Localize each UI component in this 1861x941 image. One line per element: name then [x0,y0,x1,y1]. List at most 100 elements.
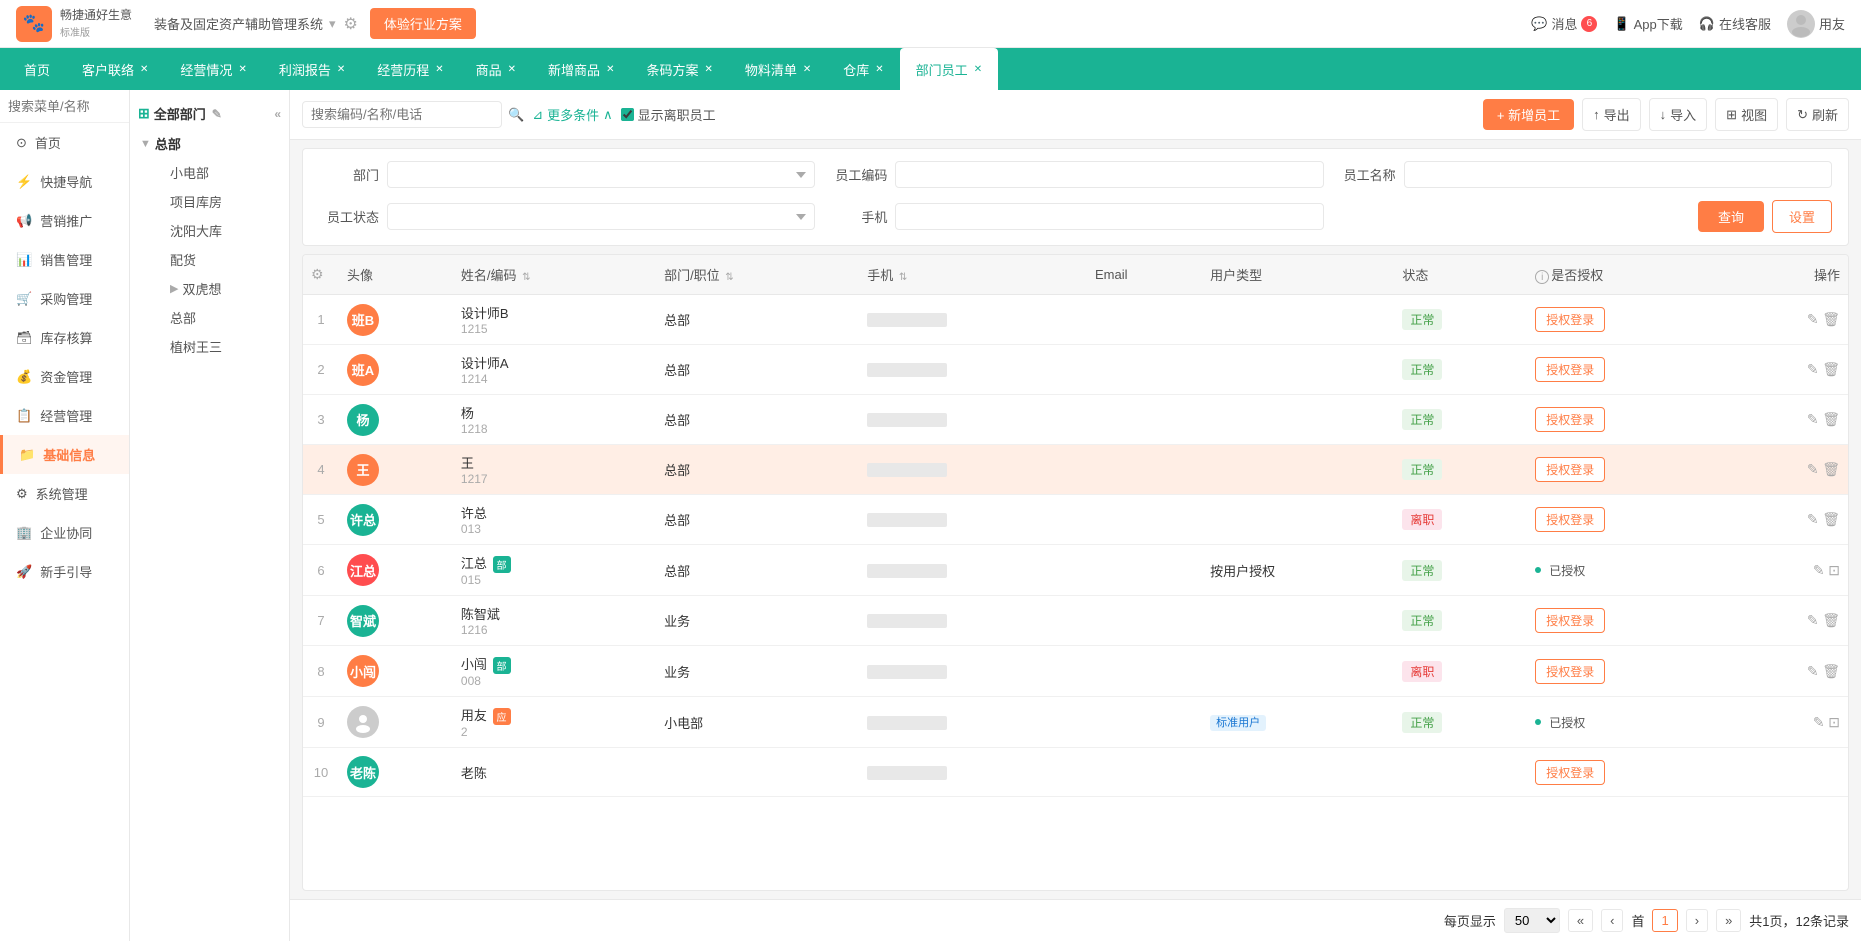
close-ops-tab[interactable]: ✕ [238,64,246,75]
system-expand-icon[interactable]: ▾ [329,16,336,32]
dept-item-zongbu[interactable]: 总部 [150,303,289,332]
delete-btn[interactable]: 🗑 [1822,511,1840,528]
show-resigned-checkbox[interactable] [621,108,634,121]
sidebar-item-basic[interactable]: 📁基础信息 [0,435,129,474]
search-submit-btn[interactable]: 查询 [1698,201,1764,232]
copy-btn[interactable]: ⊡ [1828,714,1840,731]
phone-input[interactable] [895,203,1323,230]
page-size-select[interactable]: 50 20 100 [1504,908,1560,933]
delete-btn[interactable]: 🗑 [1822,311,1840,328]
dept-item-shenyangdaku[interactable]: 沈阳大库 [150,216,289,245]
sidebar-item-quick[interactable]: ⚡快捷导航 [0,162,129,201]
dept-item-peihuo[interactable]: 配货 [150,245,289,274]
tab-customer[interactable]: 客户联络 ✕ [66,48,164,90]
edit-btn[interactable]: ✎ [1813,714,1825,731]
emp-status-select[interactable] [387,203,815,230]
import-btn[interactable]: ↓导入 [1649,98,1708,131]
name-sort-icon[interactable]: ⇅ [522,272,530,283]
edit-btn[interactable]: ✎ [1807,612,1819,629]
delete-btn[interactable]: 🗑 [1822,361,1840,378]
tab-warehouse[interactable]: 仓库 ✕ [827,48,899,90]
search-input[interactable] [302,101,502,128]
close-profit-tab[interactable]: ✕ [337,64,345,75]
tab-profit[interactable]: 利润报告 ✕ [263,48,361,90]
table-settings-icon[interactable]: ⚙ [311,266,324,282]
edit-btn[interactable]: ✎ [1807,663,1819,680]
user-info[interactable]: 用友 [1787,10,1845,38]
auth-login-btn[interactable]: 授权登录 [1535,307,1605,332]
sidebar-item-guide[interactable]: 🚀新手引导 [0,552,129,591]
last-page-btn[interactable]: » [1716,909,1741,932]
trial-btn[interactable]: 体验行业方案 [370,8,476,39]
settings-icon[interactable]: ⚙ [344,14,358,34]
dept-edit-icon[interactable]: ✎ [212,107,222,121]
dept-item-zhishu[interactable]: 植树王三 [150,332,289,361]
auth-login-btn[interactable]: 授权登录 [1535,608,1605,633]
edit-btn[interactable]: ✎ [1813,562,1825,579]
auth-info-icon[interactable]: i [1535,270,1549,284]
tab-ops[interactable]: 经营情况 ✕ [164,48,262,90]
delete-btn[interactable]: 🗑 [1822,411,1840,428]
refresh-btn[interactable]: ↻刷新 [1786,98,1849,131]
tab-home[interactable]: 首页 [8,48,66,90]
edit-btn[interactable]: ✎ [1807,511,1819,528]
dept-item-shuanghu[interactable]: ▶ 双虎想 [150,274,289,303]
sidebar-item-home[interactable]: ⊙首页 [0,123,129,162]
view-btn[interactable]: ⊞视图 [1715,98,1778,131]
edit-btn[interactable]: ✎ [1807,361,1819,378]
close-history-tab[interactable]: ✕ [435,64,443,75]
copy-btn[interactable]: ⊡ [1828,562,1840,579]
dept-item-xiaodibu[interactable]: 小电部 [150,158,289,187]
tab-history[interactable]: 经营历程 ✕ [361,48,459,90]
tab-barcode[interactable]: 条码方案 ✕ [630,48,728,90]
auth-login-btn[interactable]: 授权登录 [1535,357,1605,382]
sidebar-item-ops[interactable]: 📋经营管理 [0,396,129,435]
sidebar-item-purchase[interactable]: 🛒采购管理 [0,279,129,318]
phone-sort-icon[interactable]: ⇅ [899,272,907,283]
close-goods-tab[interactable]: ✕ [508,64,516,75]
auth-login-btn[interactable]: 授权登录 [1535,760,1605,785]
dept-item-xiangmukufang[interactable]: 项目库房 [150,187,289,216]
sidebar-search-input[interactable] [8,99,130,114]
close-add-goods-tab[interactable]: ✕ [606,64,614,75]
auth-login-btn[interactable]: 授权登录 [1535,659,1605,684]
settings-submit-btn[interactable]: 设置 [1772,200,1832,233]
dept-group-zongbu[interactable]: ▼ 总部 [130,129,289,158]
tab-bom[interactable]: 物料清单 ✕ [729,48,827,90]
delete-btn[interactable]: 🗑 [1822,612,1840,629]
dept-sort-icon[interactable]: ⇅ [725,272,733,283]
tab-add-goods[interactable]: 新增商品 ✕ [532,48,630,90]
close-dept-tab[interactable]: ✕ [974,64,982,75]
sidebar-item-corp[interactable]: 🏢企业协同 [0,513,129,552]
emp-name-input[interactable] [1404,161,1832,188]
dept-select[interactable] [387,161,815,188]
sidebar-item-system[interactable]: ⚙系统管理 [0,474,129,513]
edit-btn[interactable]: ✎ [1807,311,1819,328]
tab-goods[interactable]: 商品 ✕ [460,48,532,90]
auth-login-btn[interactable]: 授权登录 [1535,457,1605,482]
filter-btn[interactable]: ⊿ 更多条件 ∧ [532,105,612,124]
prev-page-btn[interactable]: ‹ [1601,909,1623,932]
auth-login-btn[interactable]: 授权登录 [1535,507,1605,532]
dept-collapse-btn[interactable]: « [274,107,281,121]
close-bom-tab[interactable]: ✕ [803,64,811,75]
sidebar-item-finance[interactable]: 💰资金管理 [0,357,129,396]
tab-dept[interactable]: 部门员工 ✕ [900,48,998,90]
message-btn[interactable]: 💬 消息 6 [1531,14,1597,33]
edit-btn[interactable]: ✎ [1807,461,1819,478]
close-barcode-tab[interactable]: ✕ [704,64,712,75]
edit-btn[interactable]: ✎ [1807,411,1819,428]
app-download-btn[interactable]: 📱 App下载 [1613,14,1682,33]
emp-code-input[interactable] [895,161,1323,188]
delete-btn[interactable]: 🗑 [1822,461,1840,478]
auth-login-btn[interactable]: 授权登录 [1535,407,1605,432]
sidebar-item-stock[interactable]: 🗃库存核算 [0,318,129,357]
close-warehouse-tab[interactable]: ✕ [875,64,883,75]
add-employee-btn[interactable]: + 新增员工 [1483,99,1574,130]
search-icon[interactable]: 🔍 [508,107,524,123]
sidebar-item-marketing[interactable]: 📢营销推广 [0,201,129,240]
close-customer-tab[interactable]: ✕ [140,64,148,75]
export-btn[interactable]: ↑导出 [1582,98,1641,131]
first-page-btn[interactable]: « [1568,909,1593,932]
delete-btn[interactable]: 🗑 [1822,663,1840,680]
